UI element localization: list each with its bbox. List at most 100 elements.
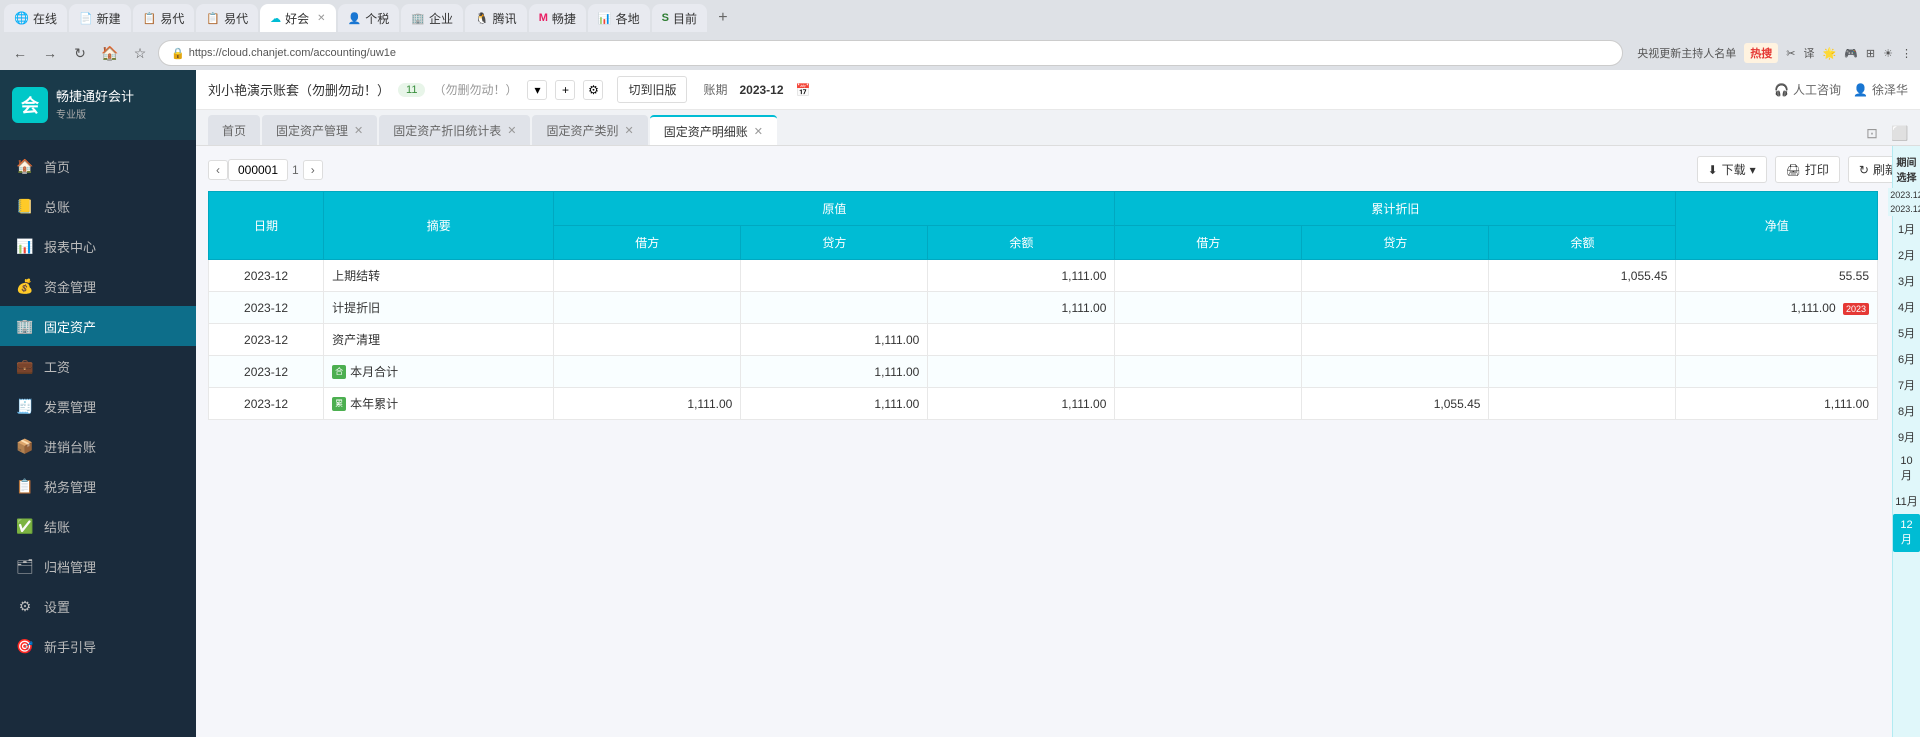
month-10[interactable]: 10月: [1893, 450, 1920, 488]
sidebar-item-ledger[interactable]: 📒 总账: [0, 186, 196, 226]
sidebar-item-funds[interactable]: 💰 资金管理: [0, 266, 196, 306]
month-4[interactable]: 4月: [1893, 294, 1920, 320]
browser-tab-3[interactable]: 📋 易代: [133, 4, 195, 32]
tab-favicon-9: M: [539, 12, 548, 24]
month-9[interactable]: 9月: [1893, 424, 1920, 450]
more-btn[interactable]: ⋮: [1901, 47, 1912, 60]
sidebar-item-reports[interactable]: 📊 报表中心: [0, 226, 196, 266]
add-company-btn[interactable]: +: [555, 80, 575, 100]
guide-icon: 🎯: [16, 637, 34, 655]
refresh-icon: ↻: [1859, 163, 1869, 177]
th-accum-debit: 借方: [1115, 226, 1302, 260]
settings-company-btn[interactable]: ⚙: [583, 80, 603, 100]
scissors-btn[interactable]: ✂: [1786, 47, 1795, 60]
tab-label-10: 各地: [616, 10, 640, 27]
browser-tab-1[interactable]: 🌐 在线: [4, 4, 67, 32]
reload-button[interactable]: ↻: [68, 41, 92, 65]
browser-tab-4[interactable]: 📋 易代: [196, 4, 258, 32]
cell-accum-credit-2: [1302, 324, 1489, 356]
tab-fixed-assets-detail[interactable]: 固定资产明细账 ✕: [650, 115, 777, 145]
forward-button[interactable]: →: [38, 41, 62, 65]
th-accum-balance: 余额: [1489, 226, 1676, 260]
sidebar-item-home[interactable]: 🏠 首页: [0, 146, 196, 186]
tab-fixed-assets-cat[interactable]: 固定资产类别 ✕: [532, 115, 647, 145]
page-separator: 1: [292, 163, 299, 177]
month-7[interactable]: 7月: [1893, 372, 1920, 398]
dropdown-btn[interactable]: ▾: [527, 80, 547, 100]
browser-tab-2[interactable]: 📄 新建: [69, 4, 131, 32]
restore-btn[interactable]: ⊡: [1860, 121, 1884, 145]
cell-summary-0: 上期结转: [324, 260, 554, 292]
month-11[interactable]: 11月: [1893, 488, 1920, 514]
month-12[interactable]: 12月: [1893, 514, 1920, 552]
user-btn[interactable]: 👤 徐泽华: [1853, 81, 1908, 98]
print-btn[interactable]: 🖨 打印: [1775, 156, 1840, 183]
browser-tab-10[interactable]: 📊 各地: [588, 4, 650, 32]
tab-close-fixed-assets-mgmt[interactable]: ✕: [354, 124, 363, 137]
address-text: https://cloud.chanjet.com/accounting/uw1…: [189, 47, 396, 59]
calendar-icon[interactable]: 📅: [796, 83, 811, 97]
star-btn[interactable]: 🌟: [1823, 47, 1837, 60]
sidebar-item-wages[interactable]: 💼 工资: [0, 346, 196, 386]
tab-close-fixed-assets-detail[interactable]: ✕: [754, 125, 763, 138]
cell-orig-credit-4: 1,111.00: [741, 388, 928, 420]
cell-date-0: 2023-12: [209, 260, 324, 292]
translate-btn[interactable]: 译: [1804, 45, 1815, 61]
cell-orig-credit-1: [741, 292, 928, 324]
browser-tab-6[interactable]: 👤 个税: [338, 4, 400, 32]
summary-label-3: 本月合计: [350, 363, 398, 380]
page-input[interactable]: [228, 159, 288, 181]
game-btn[interactable]: 🎮: [1844, 47, 1858, 60]
new-tab-button[interactable]: +: [709, 4, 737, 32]
month-3[interactable]: 3月: [1893, 268, 1920, 294]
download-btn[interactable]: ⬇ 下载 ▾: [1697, 156, 1767, 183]
headset-icon: 🎧: [1774, 83, 1789, 97]
service-btn[interactable]: 🎧 人工咨询: [1774, 81, 1841, 98]
tab-close-5[interactable]: ✕: [317, 13, 325, 24]
cell-date-3: 2023-12: [209, 356, 324, 388]
address-input[interactable]: 🔒 https://cloud.chanjet.com/accounting/u…: [158, 40, 1623, 66]
month-2[interactable]: 2月: [1893, 242, 1920, 268]
tab-fixed-assets-cat-label: 固定资产类别: [546, 122, 618, 139]
month-8[interactable]: 8月: [1893, 398, 1920, 424]
maximize-btn[interactable]: ⬜: [1888, 121, 1912, 145]
company-note: （勿删勿动！）: [433, 81, 517, 98]
month-5[interactable]: 5月: [1893, 320, 1920, 346]
browser-tab-5[interactable]: ☁ 好会 ✕: [260, 4, 335, 32]
browser-tab-7[interactable]: 🏢 企业: [401, 4, 463, 32]
browser-tab-9[interactable]: M 畅捷: [529, 4, 586, 32]
period-label: 账期: [703, 81, 727, 98]
browser-tab-8[interactable]: 🐧 腾讯: [465, 4, 527, 32]
brightness-btn[interactable]: ☀: [1883, 47, 1893, 60]
tab-close-fixed-assets-depr[interactable]: ✕: [507, 124, 516, 137]
home-button[interactable]: 🏠: [98, 41, 122, 65]
sidebar-item-invoice[interactable]: 🧾 发票管理: [0, 386, 196, 426]
sidebar-item-tax[interactable]: 📋 税务管理: [0, 466, 196, 506]
switch-version-btn[interactable]: 切到旧版: [617, 76, 687, 103]
month-1[interactable]: 1月: [1893, 216, 1920, 242]
hot-search-btn[interactable]: 热搜: [1744, 43, 1778, 63]
sidebar-item-closing[interactable]: ✅ 结账: [0, 506, 196, 546]
tab-fixed-assets-depr[interactable]: 固定资产折旧统计表 ✕: [379, 115, 530, 145]
month-6[interactable]: 6月: [1893, 346, 1920, 372]
tab-close-fixed-assets-cat[interactable]: ✕: [625, 124, 634, 137]
sidebar-item-inventory[interactable]: 📦 进销台账: [0, 426, 196, 466]
fixed-assets-icon: 🏢: [16, 317, 34, 335]
browser-tab-11[interactable]: S 目前: [652, 4, 707, 32]
tab-label-6: 个税: [365, 10, 389, 27]
sidebar-item-settings[interactable]: ⚙ 设置: [0, 586, 196, 626]
back-button[interactable]: ←: [8, 41, 32, 65]
grid-btn[interactable]: ⊞: [1866, 47, 1875, 60]
prev-page-btn[interactable]: ‹: [208, 160, 228, 180]
dropdown-icon: ▾: [1750, 163, 1756, 177]
tab-home[interactable]: 首页: [208, 115, 260, 145]
browser-chrome: 🌐 在线 📄 新建 📋 易代 📋 易代 ☁ 好会 ✕ 👤 个税 🏢 企业: [0, 0, 1920, 70]
next-page-btn[interactable]: ›: [303, 160, 323, 180]
table-row: 2023-12 累 本年累计 1,111.00 1,111.00 1,111.0…: [209, 388, 1878, 420]
sidebar-item-archive[interactable]: 🗂 归档管理: [0, 546, 196, 586]
fixed-assets-table: 日期 摘要 原值 累计折旧 净值 借方 贷方 余额 借方 贷方 余额: [208, 191, 1878, 420]
tab-fixed-assets-mgmt[interactable]: 固定资产管理 ✕: [262, 115, 377, 145]
sidebar-item-guide[interactable]: 🎯 新手引导: [0, 626, 196, 666]
sidebar-item-fixed-assets[interactable]: 🏢 固定资产: [0, 306, 196, 346]
bookmark-button[interactable]: ☆: [128, 41, 152, 65]
